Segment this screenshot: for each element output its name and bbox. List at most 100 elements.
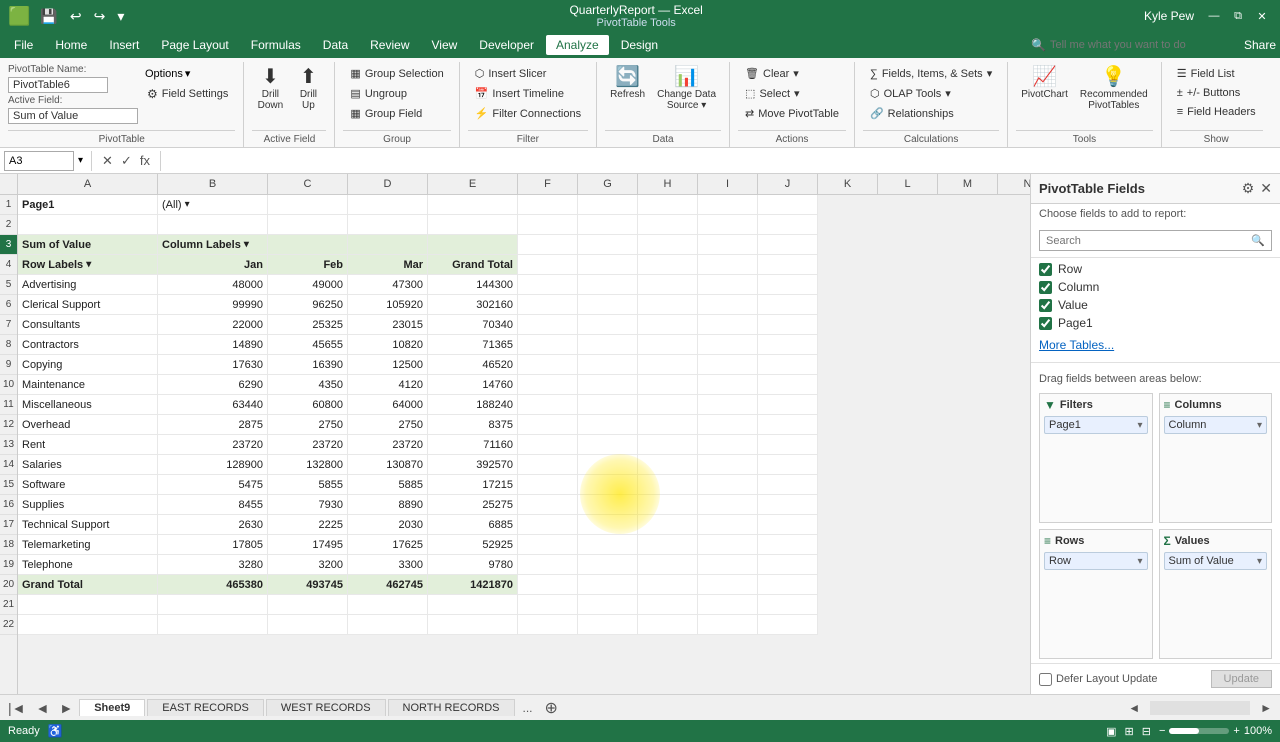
cell-g10[interactable] [578, 375, 638, 395]
cell-i2[interactable] [698, 215, 758, 235]
cell-h3[interactable] [638, 235, 698, 255]
cell-g19[interactable] [578, 555, 638, 575]
cell-g14[interactable] [578, 455, 638, 475]
cell-a14[interactable]: Salaries [18, 455, 158, 475]
update-button[interactable]: Update [1211, 670, 1272, 688]
cell-j18[interactable] [758, 535, 818, 555]
cell-f15[interactable] [518, 475, 578, 495]
cell-e20[interactable]: 1421870 [428, 575, 518, 595]
cell-d9[interactable]: 12500 [348, 355, 428, 375]
cell-b1[interactable]: (All) ▾ [158, 195, 268, 215]
cell-a18[interactable]: Telemarketing [18, 535, 158, 555]
menu-view[interactable]: View [422, 35, 468, 55]
insert-timeline-button[interactable]: 📅 Insert Timeline [468, 84, 588, 103]
cell-b20[interactable]: 465380 [158, 575, 268, 595]
insert-function-icon[interactable]: fx [138, 153, 152, 168]
cell-b22[interactable] [158, 615, 268, 635]
cell-g13[interactable] [578, 435, 638, 455]
cell-i9[interactable] [698, 355, 758, 375]
col-header-c[interactable]: C [268, 174, 348, 194]
row-num-4[interactable]: 4 [0, 255, 17, 275]
col-header-k[interactable]: K [818, 174, 878, 194]
row-num-6[interactable]: 6 [0, 295, 17, 315]
cell-j10[interactable] [758, 375, 818, 395]
cell-a7[interactable]: Consultants [18, 315, 158, 335]
cell-c10[interactable]: 4350 [268, 375, 348, 395]
cell-b8[interactable]: 14890 [158, 335, 268, 355]
cell-d22[interactable] [348, 615, 428, 635]
cell-i21[interactable] [698, 595, 758, 615]
cell-i10[interactable] [698, 375, 758, 395]
cell-j17[interactable] [758, 515, 818, 535]
cell-g20[interactable] [578, 575, 638, 595]
cell-i11[interactable] [698, 395, 758, 415]
pivot-search-input[interactable] [1046, 235, 1251, 247]
cell-e2[interactable] [428, 215, 518, 235]
cell-g16[interactable] [578, 495, 638, 515]
cell-e11[interactable]: 188240 [428, 395, 518, 415]
cancel-formula-icon[interactable]: ✕ [100, 153, 115, 169]
cell-f12[interactable] [518, 415, 578, 435]
cell-e19[interactable]: 9780 [428, 555, 518, 575]
cell-a9[interactable]: Copying [18, 355, 158, 375]
cell-j15[interactable] [758, 475, 818, 495]
scroll-right-button[interactable]: ► [1256, 701, 1276, 715]
cell-h15[interactable] [638, 475, 698, 495]
cell-d15[interactable]: 5885 [348, 475, 428, 495]
cell-b2[interactable] [158, 215, 268, 235]
cell-g8[interactable] [578, 335, 638, 355]
cell-f20[interactable] [518, 575, 578, 595]
cell-d11[interactable]: 64000 [348, 395, 428, 415]
cell-g2[interactable] [578, 215, 638, 235]
zoom-in-button[interactable]: + [1233, 725, 1239, 737]
pt-active-input[interactable] [8, 108, 138, 124]
col-header-j[interactable]: J [758, 174, 818, 194]
col-header-l[interactable]: L [878, 174, 938, 194]
cell-h9[interactable] [638, 355, 698, 375]
cell-i8[interactable] [698, 335, 758, 355]
menu-review[interactable]: Review [360, 35, 419, 55]
cell-c4[interactable]: Feb [268, 255, 348, 275]
row-num-15[interactable]: 15 [0, 475, 17, 495]
cell-g6[interactable] [578, 295, 638, 315]
cell-b3[interactable]: Column Labels ▾ [158, 235, 268, 255]
col-header-e[interactable]: E [428, 174, 518, 194]
cell-e14[interactable]: 392570 [428, 455, 518, 475]
cell-d16[interactable]: 8890 [348, 495, 428, 515]
cell-h20[interactable] [638, 575, 698, 595]
confirm-formula-icon[interactable]: ✓ [119, 153, 134, 169]
row-num-19[interactable]: 19 [0, 555, 17, 575]
cell-h6[interactable] [638, 295, 698, 315]
cell-i20[interactable] [698, 575, 758, 595]
cell-h7[interactable] [638, 315, 698, 335]
pt-name-input[interactable] [8, 77, 108, 93]
cell-g5[interactable] [578, 275, 638, 295]
undo-icon[interactable]: ↩ [66, 6, 86, 27]
cell-b7[interactable]: 22000 [158, 315, 268, 335]
cell-b19[interactable]: 3280 [158, 555, 268, 575]
cell-a2[interactable] [18, 215, 158, 235]
col-header-f[interactable]: F [518, 174, 578, 194]
cell-d21[interactable] [348, 595, 428, 615]
menu-developer[interactable]: Developer [469, 35, 544, 55]
menu-formulas[interactable]: Formulas [241, 35, 311, 55]
page-break-icon[interactable]: ⊟ [1142, 725, 1151, 738]
row-num-8[interactable]: 8 [0, 335, 17, 355]
cell-f13[interactable] [518, 435, 578, 455]
cell-c1[interactable] [268, 195, 348, 215]
pivot-field-column-checkbox[interactable] [1039, 281, 1052, 294]
save-icon[interactable]: 💾 [36, 6, 61, 27]
cell-b13[interactable]: 23720 [158, 435, 268, 455]
cell-h1[interactable] [638, 195, 698, 215]
cell-d14[interactable]: 130870 [348, 455, 428, 475]
name-box[interactable]: A3 [4, 151, 74, 171]
cell-i16[interactable] [698, 495, 758, 515]
more-tables-link[interactable]: More Tables... [1031, 334, 1280, 356]
cell-d4[interactable]: Mar [348, 255, 428, 275]
cell-a17[interactable]: Technical Support [18, 515, 158, 535]
col-header-b[interactable]: B [158, 174, 268, 194]
cell-d2[interactable] [348, 215, 428, 235]
zoom-slider[interactable] [1169, 728, 1229, 734]
cell-i22[interactable] [698, 615, 758, 635]
share-button[interactable]: Share [1244, 38, 1276, 52]
